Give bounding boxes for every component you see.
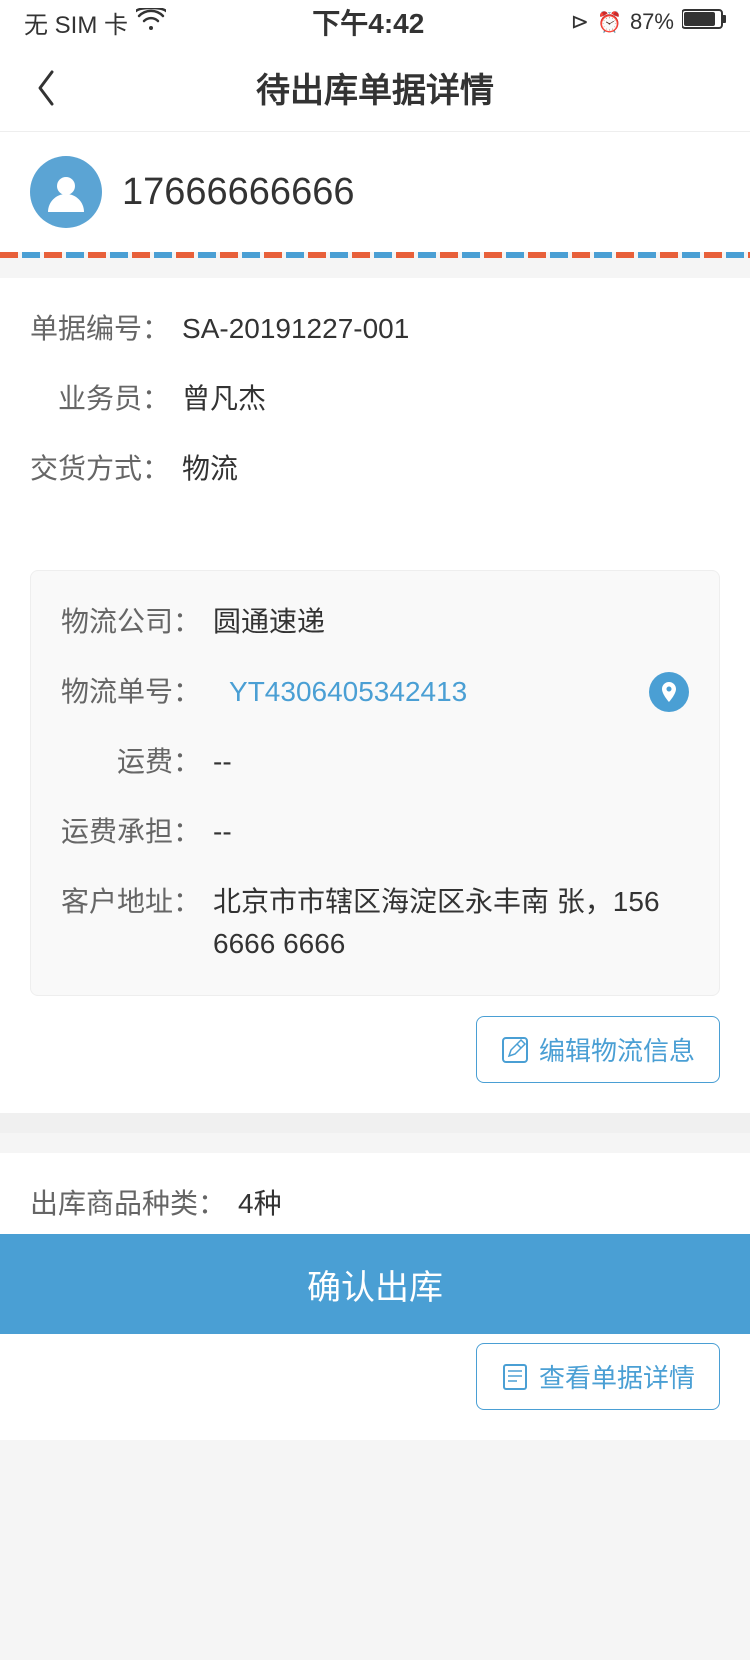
carrier-text: 无 SIM 卡 (24, 5, 128, 40)
tracking-location-icon[interactable] (649, 672, 689, 712)
logistics-section: 物流公司： 圆通速递 物流单号： YT4306405342413 运费： -- … (0, 520, 750, 1113)
address-label: 客户地址： (61, 881, 201, 923)
confirm-button-label: 确认出库 (307, 1260, 443, 1309)
status-left: 无 SIM 卡 (24, 5, 166, 40)
goods-type-value: 4种 (238, 1183, 720, 1225)
address-row: 客户地址： 北京市市辖区海淀区永丰南 张，156 6666 6666 (61, 881, 689, 965)
edit-btn-container: 编辑物流信息 (30, 996, 720, 1083)
edit-logistics-button[interactable]: 编辑物流信息 (476, 1016, 720, 1083)
status-right: ⊳ ⏰ 87% (571, 8, 726, 36)
goods-type-label: 出库商品种类： (30, 1183, 226, 1225)
logistics-card: 物流公司： 圆通速递 物流单号： YT4306405342413 运费： -- … (30, 570, 720, 996)
salesman-label: 业务员： (30, 378, 170, 420)
tracking-label: 物流单号： (61, 671, 201, 713)
tracking-value: YT4306405342413 (229, 671, 633, 713)
basic-info-section: 单据编号： SA-20191227-001 业务员： 曾凡杰 交货方式： 物流 (0, 278, 750, 520)
goods-type-row: 出库商品种类： 4种 (30, 1183, 720, 1225)
salesman-row: 业务员： 曾凡杰 (30, 378, 720, 420)
freight-label: 运费： (61, 741, 201, 783)
order-no-label: 单据编号： (30, 308, 170, 350)
delivery-label: 交货方式： (30, 448, 170, 490)
user-phone: 17666666666 (122, 171, 354, 214)
section-divider-1 (0, 1113, 750, 1133)
freight-row: 运费： -- (61, 741, 689, 783)
user-header: 17666666666 (0, 132, 750, 252)
bottom-spacer (0, 1440, 750, 1660)
status-time: 下午4:42 (312, 2, 424, 42)
bearer-label: 运费承担： (61, 811, 201, 853)
logistics-company-row: 物流公司： 圆通速递 (61, 601, 689, 643)
order-no-value: SA-20191227-001 (182, 308, 720, 350)
order-no-row: 单据编号： SA-20191227-001 (30, 308, 720, 350)
alarm-icon: ⏰ (597, 10, 622, 35)
logistics-company-label: 物流公司： (61, 601, 201, 643)
status-bar: 无 SIM 卡 下午4:42 ⊳ ⏰ 87% (0, 0, 750, 44)
battery-text: 87% (630, 9, 674, 35)
bearer-row: 运费承担： -- (61, 811, 689, 853)
bearer-value: -- (213, 811, 689, 853)
edit-logistics-label: 编辑物流信息 (539, 1031, 695, 1068)
battery-icon (682, 8, 726, 36)
view-detail-button[interactable]: 查看单据详情 (476, 1343, 720, 1410)
delivery-value: 物流 (182, 448, 720, 490)
dashed-separator (0, 252, 750, 258)
avatar (30, 156, 102, 228)
logistics-company-value: 圆通速递 (213, 601, 689, 643)
view-detail-btn-container: 查看单据详情 (30, 1323, 720, 1410)
delivery-row: 交货方式： 物流 (30, 448, 720, 490)
address-value: 北京市市辖区海淀区永丰南 张，156 6666 6666 (213, 881, 689, 965)
location-status-icon: ⊳ (571, 9, 589, 35)
page-title: 待出库单据详情 (256, 63, 494, 112)
salesman-value: 曾凡杰 (182, 378, 720, 420)
view-detail-label: 查看单据详情 (539, 1358, 695, 1395)
wifi-icon (136, 8, 166, 37)
confirm-button[interactable]: 确认出库 (0, 1234, 750, 1334)
tracking-row: 物流单号： YT4306405342413 (61, 671, 689, 713)
back-button[interactable] (24, 66, 68, 110)
freight-value: -- (213, 741, 689, 783)
nav-bar: 待出库单据详情 (0, 44, 750, 132)
